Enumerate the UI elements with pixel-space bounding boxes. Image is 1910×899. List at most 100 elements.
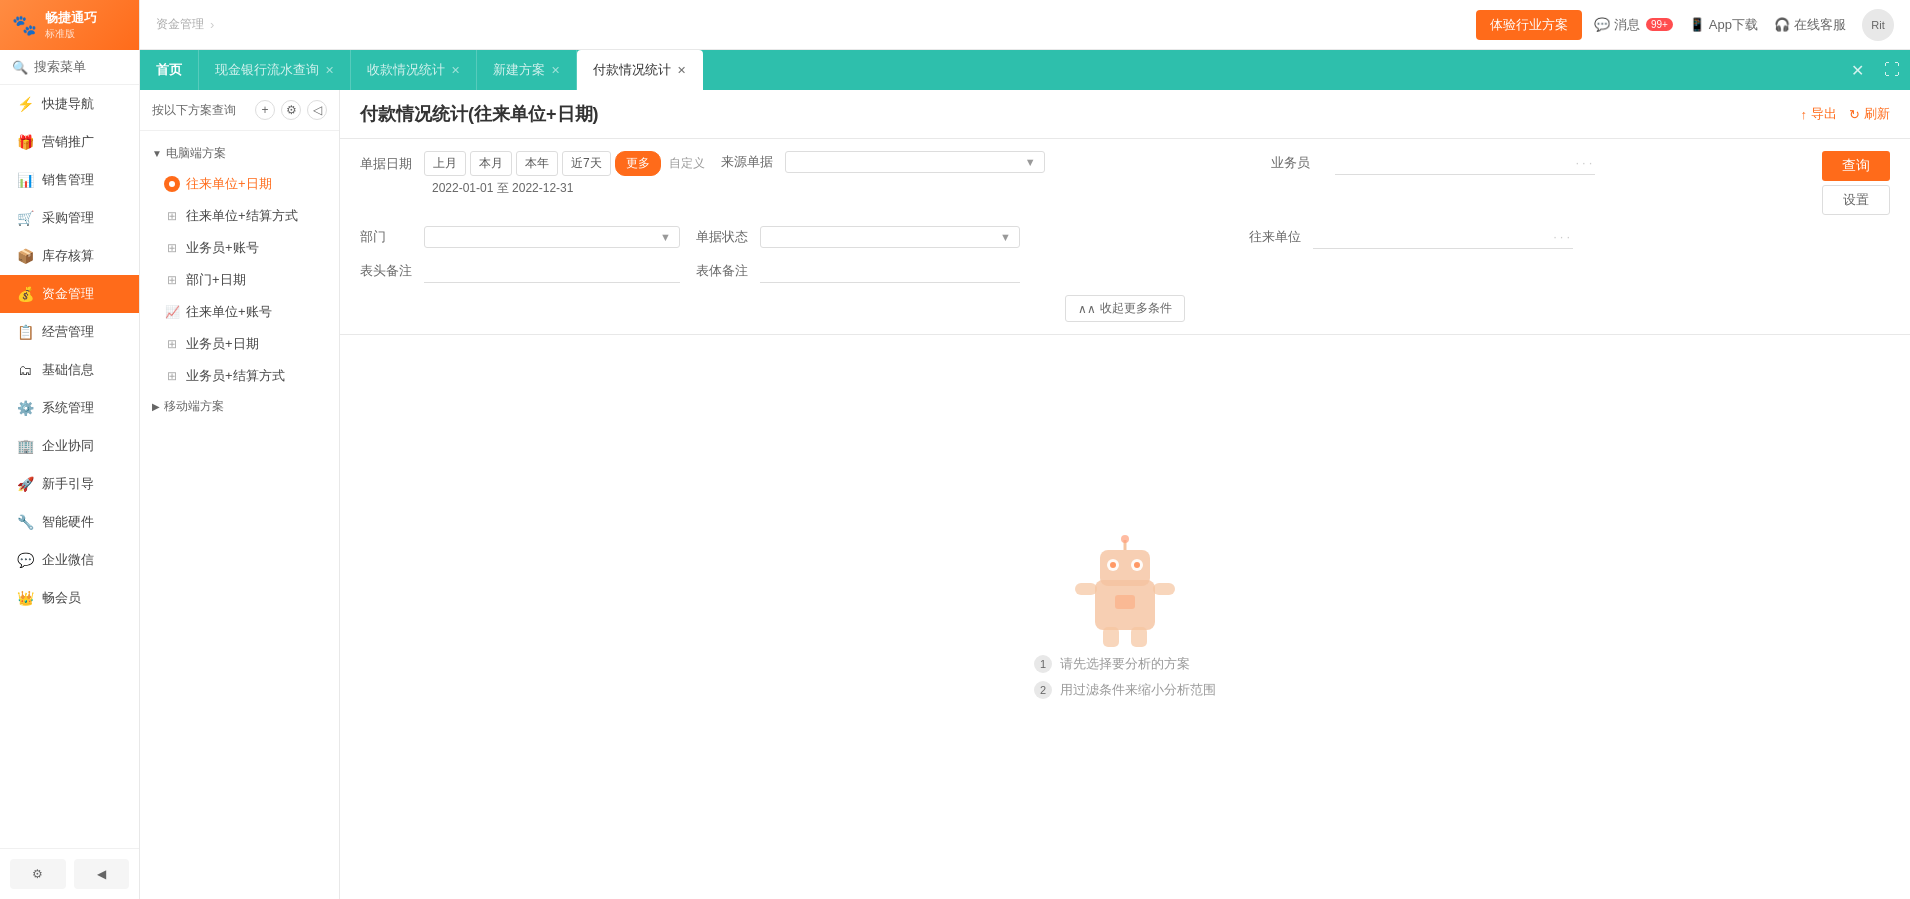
scheme-header-actions: + ⚙ ◁ bbox=[255, 100, 327, 120]
breadcrumb-text: 资金管理 bbox=[156, 16, 204, 33]
inventory-label: 库存核算 bbox=[42, 247, 94, 265]
date-btn-this-year[interactable]: 本年 bbox=[516, 151, 558, 176]
message-action[interactable]: 💬 消息 99+ bbox=[1594, 16, 1673, 34]
sidebar-item-capital[interactable]: 💰 资金管理 bbox=[0, 275, 139, 313]
body-note-input[interactable] bbox=[760, 259, 1020, 283]
scheme-collapse-btn[interactable]: ◁ bbox=[307, 100, 327, 120]
tab-home[interactable]: 首页 bbox=[140, 50, 199, 90]
scheme-item-dept-date[interactable]: ⊞ 部门+日期 bbox=[140, 264, 339, 296]
service-label: 在线客服 bbox=[1794, 16, 1846, 34]
sidebar-item-quick-nav[interactable]: ⚡ 快捷导航 bbox=[0, 85, 139, 123]
sidebar-item-hardware[interactable]: 🔧 智能硬件 bbox=[0, 503, 139, 541]
scheme-settings-btn[interactable]: ⚙ bbox=[281, 100, 301, 120]
sidebar-item-member[interactable]: 👑 畅会员 bbox=[0, 579, 139, 617]
tab-new-close[interactable]: ✕ bbox=[551, 64, 560, 77]
scheme-item-staff-account[interactable]: ⊞ 业务员+账号 bbox=[140, 232, 339, 264]
trial-btn[interactable]: 体验行业方案 bbox=[1476, 10, 1582, 40]
export-btn[interactable]: ↑ 导出 bbox=[1801, 105, 1838, 123]
group-arrow-icon: ▼ bbox=[152, 148, 162, 159]
sidebar-item-weixin[interactable]: 💬 企业微信 bbox=[0, 541, 139, 579]
svg-point-5 bbox=[1134, 562, 1140, 568]
service-action[interactable]: 🎧 在线客服 bbox=[1774, 16, 1846, 34]
settings-btn-filter[interactable]: 设置 bbox=[1822, 185, 1890, 215]
sidebar-item-guide[interactable]: 🚀 新手引导 bbox=[0, 465, 139, 503]
svg-rect-11 bbox=[1131, 627, 1147, 647]
header-note-input[interactable] bbox=[424, 259, 680, 283]
docstatus-select-arrow: ▼ bbox=[1000, 231, 1011, 243]
sidebar-item-marketing[interactable]: 🎁 营销推广 bbox=[0, 123, 139, 161]
member-label: 畅会员 bbox=[42, 589, 81, 607]
content-area: 按以下方案查询 + ⚙ ◁ ▼ 电脑端方案 往来单位+日期 bbox=[140, 90, 1910, 899]
scheme-group-mobile-title[interactable]: ▶ 移动端方案 bbox=[140, 392, 339, 421]
sidebar-item-corp[interactable]: 🏢 企业协同 bbox=[0, 427, 139, 465]
scheme-item-label: 业务员+结算方式 bbox=[186, 367, 285, 385]
staff-dots[interactable]: ··· bbox=[1576, 155, 1596, 170]
right-content: 付款情况统计(往来单位+日期) ↑ 导出 ↻ 刷新 bbox=[340, 90, 1910, 899]
date-btn-more[interactable]: 更多 bbox=[615, 151, 661, 176]
tab-cashflow-close[interactable]: ✕ bbox=[325, 64, 334, 77]
collapse-sidebar-btn[interactable]: ◀ bbox=[74, 859, 130, 889]
sidebar-item-base[interactable]: 🗂 基础信息 bbox=[0, 351, 139, 389]
scheme-group-desktop-title[interactable]: ▼ 电脑端方案 bbox=[140, 139, 339, 168]
source-select[interactable]: ▼ bbox=[785, 151, 1045, 173]
sidebar-item-operation[interactable]: 📋 经营管理 bbox=[0, 313, 139, 351]
avatar[interactable]: Rit bbox=[1862, 9, 1894, 41]
sidebar-item-purchase[interactable]: 🛒 采购管理 bbox=[0, 199, 139, 237]
sidebar-item-inventory[interactable]: 📦 库存核算 bbox=[0, 237, 139, 275]
partner-dots[interactable]: ··· bbox=[1553, 229, 1573, 244]
collapse-conditions-btn[interactable]: ∧∧ 收起更多条件 bbox=[1065, 295, 1185, 322]
logo-sub: 标准版 bbox=[45, 27, 97, 41]
sidebar-item-search[interactable]: 🔍 搜索菜单 bbox=[0, 50, 139, 85]
search-label: 搜索菜单 bbox=[34, 58, 86, 76]
tab-receipt-close[interactable]: ✕ bbox=[451, 64, 460, 77]
scheme-item-staff-settle[interactable]: ⊞ 业务员+结算方式 bbox=[140, 360, 339, 392]
tab-home-label: 首页 bbox=[156, 61, 182, 79]
scheme-item-partner-date[interactable]: 往来单位+日期 bbox=[140, 168, 339, 200]
svg-point-4 bbox=[1110, 562, 1116, 568]
page-title: 付款情况统计(往来单位+日期) bbox=[360, 102, 599, 126]
dept-select[interactable]: ▼ bbox=[424, 226, 680, 248]
query-btn[interactable]: 查询 bbox=[1822, 151, 1890, 181]
empty-tip-1: 1 请先选择要分析的方案 bbox=[1034, 655, 1216, 673]
member-icon: 👑 bbox=[16, 589, 34, 607]
inventory-icon: 📦 bbox=[16, 247, 34, 265]
tab-payment-stat[interactable]: 付款情况统计 ✕ bbox=[577, 50, 703, 90]
tab-receipt-stat[interactable]: 收款情况统计 ✕ bbox=[351, 50, 477, 90]
settings-btn[interactable]: ⚙ bbox=[10, 859, 66, 889]
tip-num-2: 2 bbox=[1034, 681, 1052, 699]
app-download-action[interactable]: 📱 App下载 bbox=[1689, 16, 1758, 34]
scheme-item-label: 往来单位+日期 bbox=[186, 175, 272, 193]
partner-filter-label: 往来单位 bbox=[1249, 228, 1305, 246]
marketing-icon: 🎁 bbox=[16, 133, 34, 151]
tab-payment-close[interactable]: ✕ bbox=[677, 64, 686, 77]
date-btn-this-month[interactable]: 本月 bbox=[470, 151, 512, 176]
scheme-item-partner-account[interactable]: 📈 往来单位+账号 bbox=[140, 296, 339, 328]
docstatus-select[interactable]: ▼ bbox=[760, 226, 1020, 248]
scheme-item-partner-settle[interactable]: ⊞ 往来单位+结算方式 bbox=[140, 200, 339, 232]
mobile-group-label: 移动端方案 bbox=[164, 398, 224, 415]
scheme-chart-icon: 📈 bbox=[164, 304, 180, 320]
corp-label: 企业协同 bbox=[42, 437, 94, 455]
service-icon: 🎧 bbox=[1774, 17, 1790, 32]
tab-close-all[interactable]: ✕ bbox=[1841, 50, 1874, 90]
tab-expand[interactable]: ⛶ bbox=[1874, 50, 1910, 90]
tab-cashflow[interactable]: 现金银行流水查询 ✕ bbox=[199, 50, 351, 90]
system-label: 系统管理 bbox=[42, 399, 94, 417]
tab-new-label: 新建方案 bbox=[493, 61, 545, 79]
date-btn-7days[interactable]: 近7天 bbox=[562, 151, 611, 176]
sales-label: 销售管理 bbox=[42, 171, 94, 189]
scheme-table-icon5: ⊞ bbox=[164, 368, 180, 384]
empty-state: 1 请先选择要分析的方案 2 用过滤条件来缩小分析范围 bbox=[340, 335, 1910, 899]
dept-select-arrow: ▼ bbox=[660, 231, 671, 243]
sidebar-item-system[interactable]: ⚙️ 系统管理 bbox=[0, 389, 139, 427]
body-note-label: 表体备注 bbox=[696, 262, 752, 280]
scheme-group-mobile: ▶ 移动端方案 bbox=[140, 392, 339, 421]
add-scheme-btn[interactable]: + bbox=[255, 100, 275, 120]
breadcrumb: 资金管理 › bbox=[156, 16, 1464, 33]
scheme-group-desktop: ▼ 电脑端方案 往来单位+日期 ⊞ 往来单位+结算方式 ⊞ 业务员+账号 bbox=[140, 139, 339, 392]
sidebar-item-sales[interactable]: 📊 销售管理 bbox=[0, 161, 139, 199]
tab-new-scheme[interactable]: 新建方案 ✕ bbox=[477, 50, 577, 90]
refresh-btn[interactable]: ↻ 刷新 bbox=[1849, 105, 1890, 123]
scheme-item-staff-date[interactable]: ⊞ 业务员+日期 bbox=[140, 328, 339, 360]
date-btn-last-month[interactable]: 上月 bbox=[424, 151, 466, 176]
